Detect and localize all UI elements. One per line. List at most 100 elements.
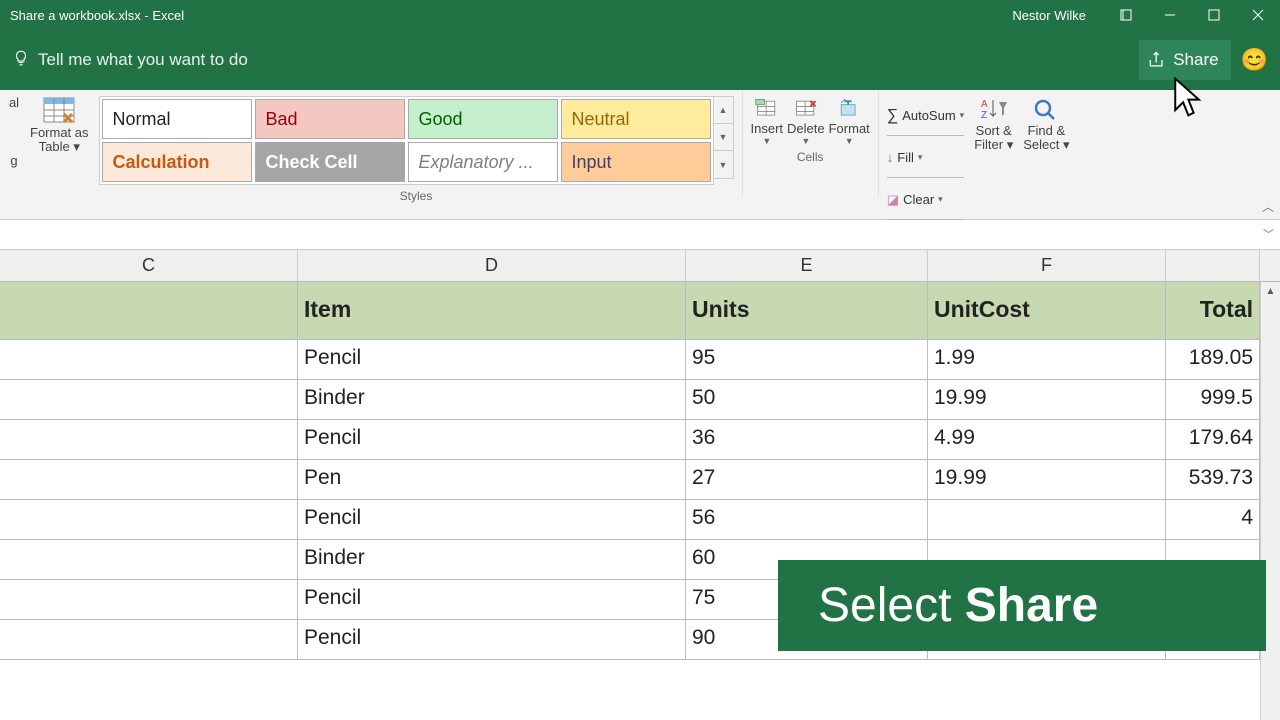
style-neutral[interactable]: Neutral [561,99,711,139]
cell[interactable]: 189.05 [1166,340,1260,379]
cell[interactable]: 4.99 [928,420,1166,459]
insert-cells-icon [754,96,780,122]
cell[interactable] [0,340,298,379]
style-normal[interactable]: Normal [102,99,252,139]
share-label: Share [1173,50,1218,70]
cell[interactable]: 27 [686,460,928,499]
account-name[interactable]: Nestor Wilke [1012,8,1086,23]
format-as-table-icon [42,96,76,126]
col-header-D[interactable]: D [298,250,686,281]
ribbon-display-options-icon[interactable] [1104,0,1148,30]
find-select-button[interactable]: Find & Select ▾ [1023,96,1069,153]
cell[interactable]: Pencil [298,340,686,379]
cell[interactable] [0,380,298,419]
ribbon: al g Format as Table ▾ Normal Bad Good [0,90,1280,220]
cell[interactable]: 95 [686,340,928,379]
cell[interactable] [0,500,298,539]
clear-button[interactable]: ◪Clear ▾ [887,180,964,220]
sort-filter-icon: AZ [979,96,1009,124]
cells-group-label: Cells [797,146,824,164]
gallery-scroll[interactable]: ▲ ▼ ▼ [714,96,734,179]
gallery-up-icon[interactable]: ▲ [714,97,733,124]
col-header-F[interactable]: F [928,250,1166,281]
delete-cells-button[interactable]: Delete▼ [787,96,825,146]
style-input[interactable]: Input [561,142,711,182]
cell[interactable]: 179.64 [1166,420,1260,459]
lightbulb-icon [12,49,30,72]
cell[interactable]: 999.5 [1166,380,1260,419]
gallery-down-icon[interactable]: ▼ [714,124,733,151]
col-header-G[interactable] [1166,250,1260,281]
feedback-smiley-icon[interactable]: 😊 [1241,47,1268,73]
share-button[interactable]: Share [1139,40,1230,80]
cell[interactable]: 19.99 [928,380,1166,419]
format-cells-icon [836,96,862,122]
table-row[interactable]: Pencil56 4 [0,500,1280,540]
cell[interactable]: 36 [686,420,928,459]
cell[interactable]: 19.99 [928,460,1166,499]
col-header-C[interactable]: C [0,250,298,281]
tellme-bar: Tell me what you want to do Share 😊 [0,30,1280,90]
fill-button[interactable]: ↓Fill ▾ [887,138,964,178]
vertical-scrollbar[interactable]: ▲ [1260,282,1280,720]
cell[interactable] [928,500,1166,539]
eraser-icon: ◪ [887,192,899,208]
window-title: Share a workbook.xlsx - Excel [0,8,184,23]
cell[interactable] [0,580,298,619]
cell[interactable]: 539.73 [1166,460,1260,499]
header-units: Units [686,282,928,339]
format-cells-button[interactable]: Format▼ [829,96,870,146]
header-unitcost: UnitCost [928,282,1166,339]
column-headers[interactable]: C D E F [0,250,1280,282]
style-check-cell[interactable]: Check Cell [255,142,405,182]
col-header-E[interactable]: E [686,250,928,281]
cell[interactable]: Pencil [298,500,686,539]
conditional-formatting-button[interactable]: al g [4,96,24,169]
cell[interactable] [0,540,298,579]
tellme-input[interactable]: Tell me what you want to do [38,50,248,70]
table-row[interactable]: Pen2719.99539.73 [0,460,1280,500]
cell[interactable]: Pencil [298,620,686,659]
cell[interactable]: Pencil [298,580,686,619]
sort-filter-button[interactable]: AZ Sort & Filter ▾ [974,96,1013,153]
table-row[interactable]: Binder5019.99999.5 [0,380,1280,420]
cell[interactable]: 56 [686,500,928,539]
minimize-button[interactable] [1148,0,1192,30]
scroll-up-icon[interactable]: ▲ [1261,282,1280,300]
style-bad[interactable]: Bad [255,99,405,139]
styles-group-label: Styles [400,185,433,203]
cell[interactable] [0,460,298,499]
insert-cells-button[interactable]: Insert▼ [751,96,784,146]
svg-text:Z: Z [981,110,987,121]
table-row[interactable]: Pencil364.99179.64 [0,420,1280,460]
delete-cells-icon [793,96,819,122]
cell[interactable]: Pencil [298,420,686,459]
tutorial-callout: Select Share [778,560,1266,651]
cell[interactable]: Binder [298,380,686,419]
cell-styles-gallery[interactable]: Normal Bad Good Neutral Calculation Chec… [99,96,734,185]
cell[interactable]: Pen [298,460,686,499]
style-explanatory[interactable]: Explanatory ... [408,142,558,182]
svg-text:A: A [981,99,988,110]
table-header-row[interactable]: Item Units UnitCost Total [0,282,1280,340]
header-total: Total [1166,282,1260,339]
gallery-more-icon[interactable]: ▼ [714,151,733,178]
find-icon [1031,96,1061,124]
formula-bar[interactable]: ﹀ [0,220,1280,250]
maximize-button[interactable] [1192,0,1236,30]
cell[interactable]: Binder [298,540,686,579]
cell[interactable] [0,420,298,459]
fill-down-icon: ↓ [887,150,894,165]
table-row[interactable]: Pencil951.99189.05 [0,340,1280,380]
style-calculation[interactable]: Calculation [102,142,252,182]
cell[interactable]: 50 [686,380,928,419]
expand-formula-bar-icon[interactable]: ﹀ [1263,226,1274,242]
collapse-ribbon-icon[interactable]: ︿ [1262,198,1274,215]
cell[interactable]: 1.99 [928,340,1166,379]
style-good[interactable]: Good [408,99,558,139]
cell[interactable] [0,620,298,659]
close-button[interactable] [1236,0,1280,30]
autosum-button[interactable]: ∑AutoSum ▾ [887,96,964,136]
format-as-table-button[interactable]: Format as Table ▾ [30,96,89,169]
cell[interactable]: 4 [1166,500,1260,539]
